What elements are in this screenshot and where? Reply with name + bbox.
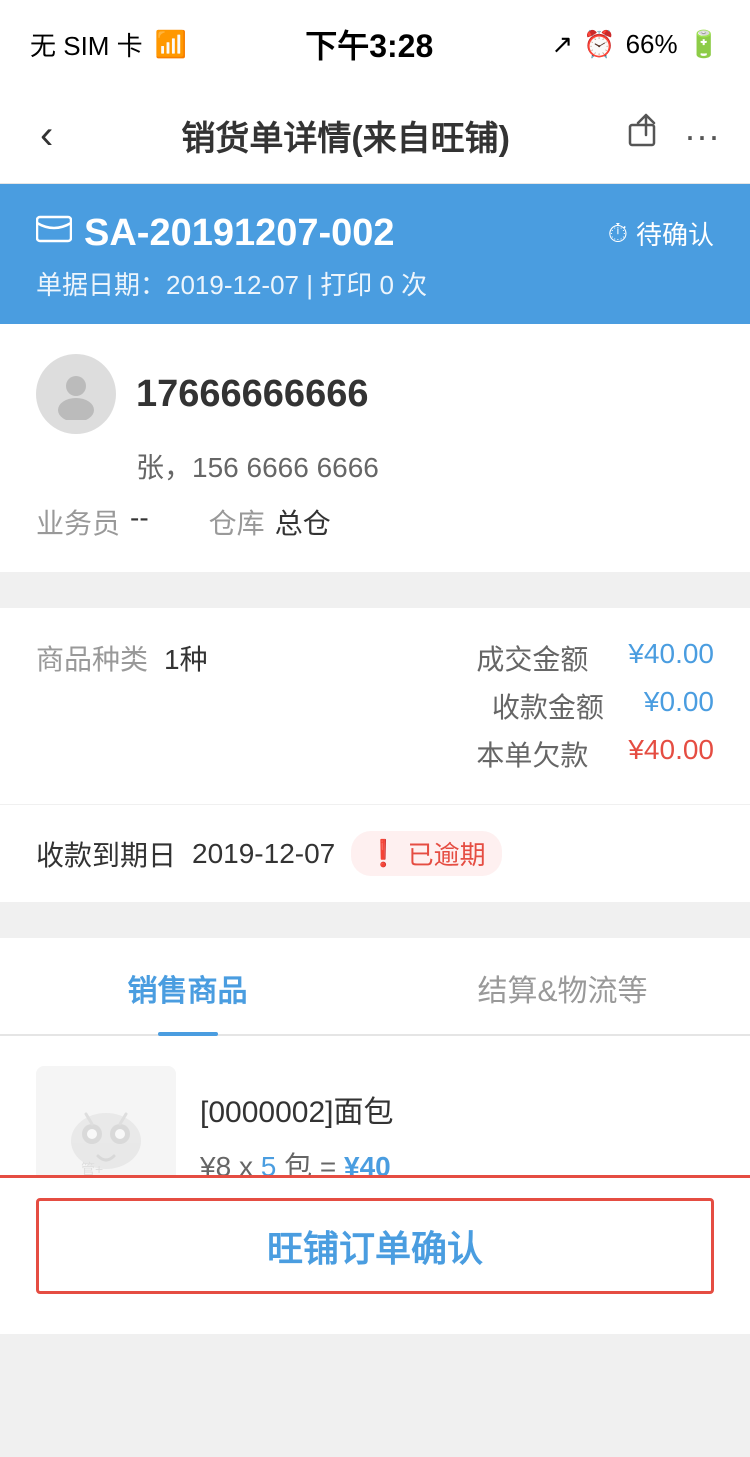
clock-icon: ⏱ — [608, 218, 628, 250]
due-date-value: 2019-12-07 — [192, 838, 335, 870]
warehouse-value: 总仓 — [275, 502, 331, 542]
received-value: ¥0.00 — [644, 686, 714, 726]
status-bar: 无 SIM 卡 📶 下午3:28 ↗ ⏰ 66% 🔋 — [0, 0, 750, 88]
back-button[interactable]: ‹ — [30, 103, 63, 168]
product-info: [0000002]面包 ¥8 x 5 包 = ¥40 — [200, 1087, 714, 1185]
wifi-icon: 📶 — [155, 29, 187, 60]
status-left: 无 SIM 卡 📶 — [30, 26, 187, 63]
order-icon — [36, 212, 72, 255]
battery-label: 66% — [626, 29, 678, 60]
received-label: 收款金额 — [492, 686, 604, 726]
customer-meta: 业务员 -- 仓库 总仓 — [36, 502, 714, 542]
divider-2 — [0, 902, 750, 920]
product-type-value: 1种 — [164, 638, 208, 678]
avatar — [36, 354, 116, 434]
amount-label: 成交金额 — [476, 638, 588, 678]
svg-text:管+: 管+ — [81, 1161, 103, 1176]
status-right: ↗ ⏰ 66% 🔋 — [551, 29, 720, 60]
warehouse-label: 仓库 — [209, 502, 265, 542]
order-header: SA-20191207-002 ⏱ 待确认 单据日期：2019-12-07 | … — [0, 184, 750, 324]
summary-section: 商品种类 1种 成交金额 ¥40.00 收款金额 ¥0.00 本单欠款 ¥40.… — [0, 608, 750, 804]
due-date-section: 收款到期日 2019-12-07 ❗ 已逾期 — [0, 804, 750, 902]
order-date-line: 单据日期：2019-12-07 | 打印 0 次 — [36, 265, 714, 302]
tab-settlement[interactable]: 结算&物流等 — [375, 938, 750, 1034]
overdue-badge: ❗ 已逾期 — [351, 831, 501, 876]
status-time: 下午3:28 — [305, 21, 433, 67]
tab-sales[interactable]: 销售商品 — [0, 938, 375, 1034]
overdue-icon: ❗ — [367, 838, 399, 869]
share-icon[interactable] — [628, 113, 664, 158]
more-icon[interactable]: ··· — [684, 115, 720, 157]
page-title: 销货单详情(来自旺铺) — [181, 111, 510, 160]
customer-name: 张，156 6666 6666 — [36, 446, 714, 486]
amount-value: ¥40.00 — [628, 638, 714, 678]
bottom-bar: 旺铺订单确认 — [0, 1175, 750, 1334]
alarm-icon: ⏰ — [583, 29, 615, 60]
carrier-label: 无 SIM 卡 — [30, 26, 143, 63]
owed-label: 本单欠款 — [476, 734, 588, 774]
status-badge: ⏱ 待确认 — [608, 215, 714, 252]
owed-value: ¥40.00 — [628, 734, 714, 774]
order-id: SA-20191207-002 — [36, 212, 395, 255]
salesman-value: -- — [130, 502, 149, 542]
salesman-label: 业务员 — [36, 502, 120, 542]
customer-phone: 17666666666 — [136, 373, 368, 416]
battery-icon: 🔋 — [688, 29, 720, 60]
location-icon: ↗ — [551, 29, 573, 60]
nav-actions: ··· — [628, 113, 720, 158]
due-date-label: 收款到期日 — [36, 834, 176, 874]
customer-section: 17666666666 张，156 6666 6666 业务员 -- 仓库 总仓 — [0, 324, 750, 572]
product-type-label: 商品种类 — [36, 638, 148, 678]
overdue-text: 已逾期 — [408, 835, 486, 872]
confirm-order-button[interactable]: 旺铺订单确认 — [36, 1198, 714, 1294]
product-name: [0000002]面包 — [200, 1087, 714, 1131]
nav-bar: ‹ 销货单详情(来自旺铺) ··· — [0, 88, 750, 184]
tabs-header: 销售商品 结算&物流等 — [0, 938, 750, 1036]
divider-1 — [0, 590, 750, 608]
